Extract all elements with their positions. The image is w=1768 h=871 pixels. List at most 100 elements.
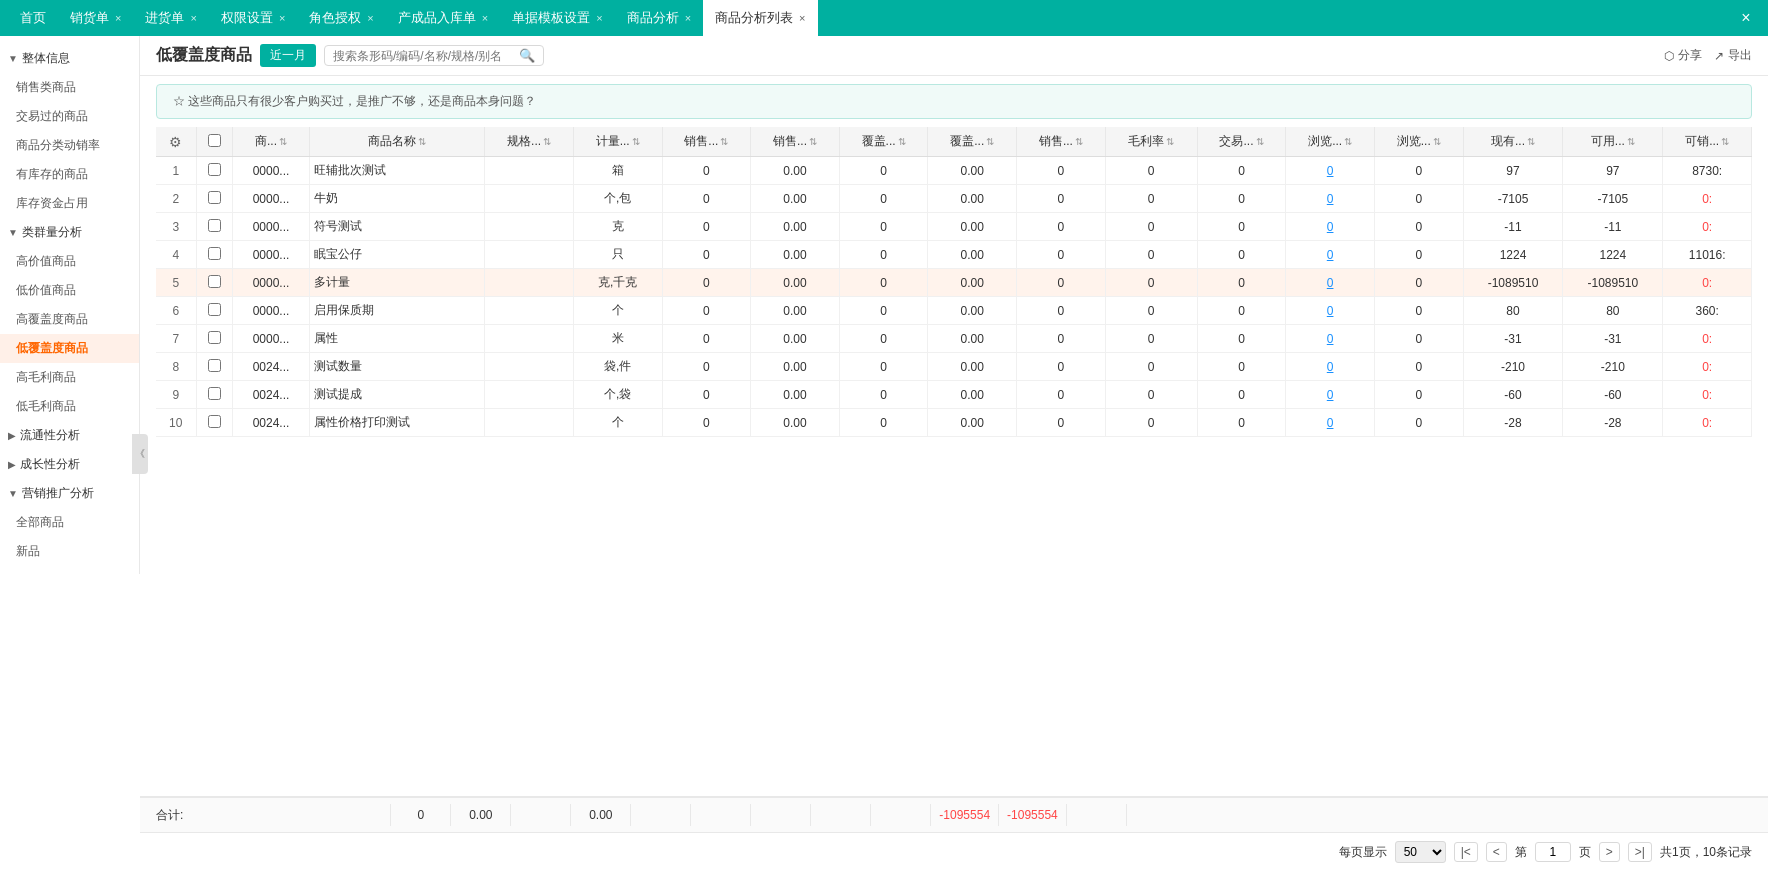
sidebar-section-liquidity[interactable]: ▶ 流通性分析 [0, 421, 139, 450]
nav-home[interactable]: 首页 [8, 0, 58, 36]
window-close-button[interactable]: × [1732, 4, 1760, 32]
row-browse1[interactable]: 0 [1286, 325, 1375, 353]
nav-close-production[interactable]: × [482, 0, 488, 36]
row-checkbox[interactable] [196, 157, 233, 185]
sidebar-item-all-products[interactable]: 全部商品 [0, 508, 139, 537]
row-checkbox[interactable] [196, 325, 233, 353]
nav-close-list[interactable]: × [799, 0, 805, 36]
sidebar-collapse-tab[interactable]: 《 [132, 434, 148, 474]
th-sales-amt[interactable]: 销售...⇅ [751, 127, 840, 157]
row-browse1[interactable]: 0 [1286, 157, 1375, 185]
th-coverage2[interactable]: 覆盖...⇅ [928, 127, 1017, 157]
share-button[interactable]: ⬡ 分享 [1664, 47, 1702, 64]
row-available: -210 [1563, 353, 1663, 381]
th-settings[interactable]: ⚙ [156, 127, 196, 157]
row-checkbox[interactable] [196, 213, 233, 241]
sidebar-item-in-stock[interactable]: 有库存的商品 [0, 160, 139, 189]
nav-close-template[interactable]: × [596, 0, 602, 36]
sidebar-item-category-rate[interactable]: 商品分类动销率 [0, 131, 139, 160]
export-button[interactable]: ↗ 导出 [1714, 47, 1752, 64]
nav-sales-order[interactable]: 销货单 × [58, 0, 133, 36]
sidebar-item-high-value[interactable]: 高价值商品 [0, 247, 139, 276]
row-browse1[interactable]: 0 [1286, 241, 1375, 269]
nav-close-permissions[interactable]: × [279, 0, 285, 36]
section-general-label: 整体信息 [22, 50, 70, 67]
th-browse2[interactable]: 浏览...⇅ [1374, 127, 1463, 157]
sidebar-item-low-coverage[interactable]: 低覆盖度商品 [0, 334, 139, 363]
sidebar-item-traded-products[interactable]: 交易过的商品 [0, 102, 139, 131]
nav-permissions[interactable]: 权限设置 × [209, 0, 297, 36]
row-code: 0000... [233, 297, 309, 325]
row-spec [485, 381, 574, 409]
th-gross-rate[interactable]: 毛利率⇅ [1105, 127, 1197, 157]
nav-analysis-list[interactable]: 商品分析列表 × [703, 0, 817, 36]
row-browse2: 0 [1374, 353, 1463, 381]
row-browse1[interactable]: 0 [1286, 213, 1375, 241]
period-button[interactable]: 近一月 [260, 44, 316, 67]
row-browse1[interactable]: 0 [1286, 353, 1375, 381]
th-spec[interactable]: 规格...⇅ [485, 127, 574, 157]
th-trade[interactable]: 交易...⇅ [1197, 127, 1286, 157]
row-checkbox[interactable] [196, 353, 233, 381]
sidebar-item-low-gross[interactable]: 低毛利商品 [0, 392, 139, 421]
th-sales3[interactable]: 销售...⇅ [1017, 127, 1106, 157]
th-name[interactable]: 商品名称⇅ [309, 127, 485, 157]
nav-purchase[interactable]: 进货单 × [133, 0, 208, 36]
th-available[interactable]: 可用...⇅ [1563, 127, 1663, 157]
nav-production[interactable]: 产成品入库单 × [386, 0, 500, 36]
row-browse1[interactable]: 0 [1286, 409, 1375, 437]
sidebar-item-high-coverage[interactable]: 高覆盖度商品 [0, 305, 139, 334]
page-size-select[interactable]: 20 50 100 [1395, 841, 1446, 863]
row-num: 8 [156, 353, 196, 381]
row-cov1: 0 [839, 213, 928, 241]
th-current[interactable]: 现有...⇅ [1463, 127, 1563, 157]
row-checkbox[interactable] [196, 409, 233, 437]
th-sellable[interactable]: 可销...⇅ [1663, 127, 1752, 157]
th-unit[interactable]: 计量...⇅ [573, 127, 662, 157]
nav-close-roles[interactable]: × [367, 0, 373, 36]
sidebar-item-high-gross[interactable]: 高毛利商品 [0, 363, 139, 392]
sidebar-section-marketing[interactable]: ▼ 营销推广分析 [0, 479, 139, 508]
row-checkbox[interactable] [196, 269, 233, 297]
select-all-checkbox[interactable] [208, 134, 221, 147]
row-browse1[interactable]: 0 [1286, 297, 1375, 325]
next-page-button[interactable]: > [1599, 842, 1620, 862]
row-browse1[interactable]: 0 [1286, 381, 1375, 409]
row-available: -7105 [1563, 185, 1663, 213]
table-row: 6 0000... 启用保质期 个 0 0.00 0 0.00 0 0 0 0 … [156, 297, 1752, 325]
row-checkbox[interactable] [196, 381, 233, 409]
nav-template[interactable]: 单据模板设置 × [500, 0, 614, 36]
th-sales-qty[interactable]: 销售...⇅ [662, 127, 751, 157]
settings-gear-icon[interactable]: ⚙ [169, 134, 182, 150]
th-browse1[interactable]: 浏览...⇅ [1286, 127, 1375, 157]
row-checkbox[interactable] [196, 185, 233, 213]
sidebar-item-capital[interactable]: 库存资金占用 [0, 189, 139, 218]
sidebar-section-cluster[interactable]: ▼ 类群量分析 [0, 218, 139, 247]
search-box: 🔍 [324, 45, 544, 66]
section-liquidity-label: 流通性分析 [20, 427, 80, 444]
nav-product-analysis[interactable]: 商品分析 × [615, 0, 703, 36]
row-checkbox[interactable] [196, 241, 233, 269]
th-checkbox[interactable] [196, 127, 233, 157]
first-page-button[interactable]: |< [1454, 842, 1478, 862]
search-input[interactable] [333, 49, 519, 63]
sidebar-item-new-products[interactable]: 新品 [0, 537, 139, 566]
nav-close-sales[interactable]: × [115, 0, 121, 36]
row-spec [485, 297, 574, 325]
th-coverage1[interactable]: 覆盖...⇅ [839, 127, 928, 157]
sidebar-section-general[interactable]: ▼ 整体信息 [0, 44, 139, 73]
sidebar-section-growth[interactable]: ▶ 成长性分析 [0, 450, 139, 479]
row-sales3: 0 [1017, 213, 1106, 241]
row-browse1[interactable]: 0 [1286, 269, 1375, 297]
page-number-input[interactable] [1535, 842, 1571, 862]
row-browse1[interactable]: 0 [1286, 185, 1375, 213]
row-checkbox[interactable] [196, 297, 233, 325]
nav-close-analysis[interactable]: × [685, 0, 691, 36]
last-page-button[interactable]: >| [1628, 842, 1652, 862]
nav-roles[interactable]: 角色授权 × [297, 0, 385, 36]
sidebar-item-sales-products[interactable]: 销售类商品 [0, 73, 139, 102]
nav-close-purchase[interactable]: × [190, 0, 196, 36]
prev-page-button[interactable]: < [1486, 842, 1507, 862]
sidebar-item-low-value[interactable]: 低价值商品 [0, 276, 139, 305]
th-code[interactable]: 商...⇅ [233, 127, 309, 157]
